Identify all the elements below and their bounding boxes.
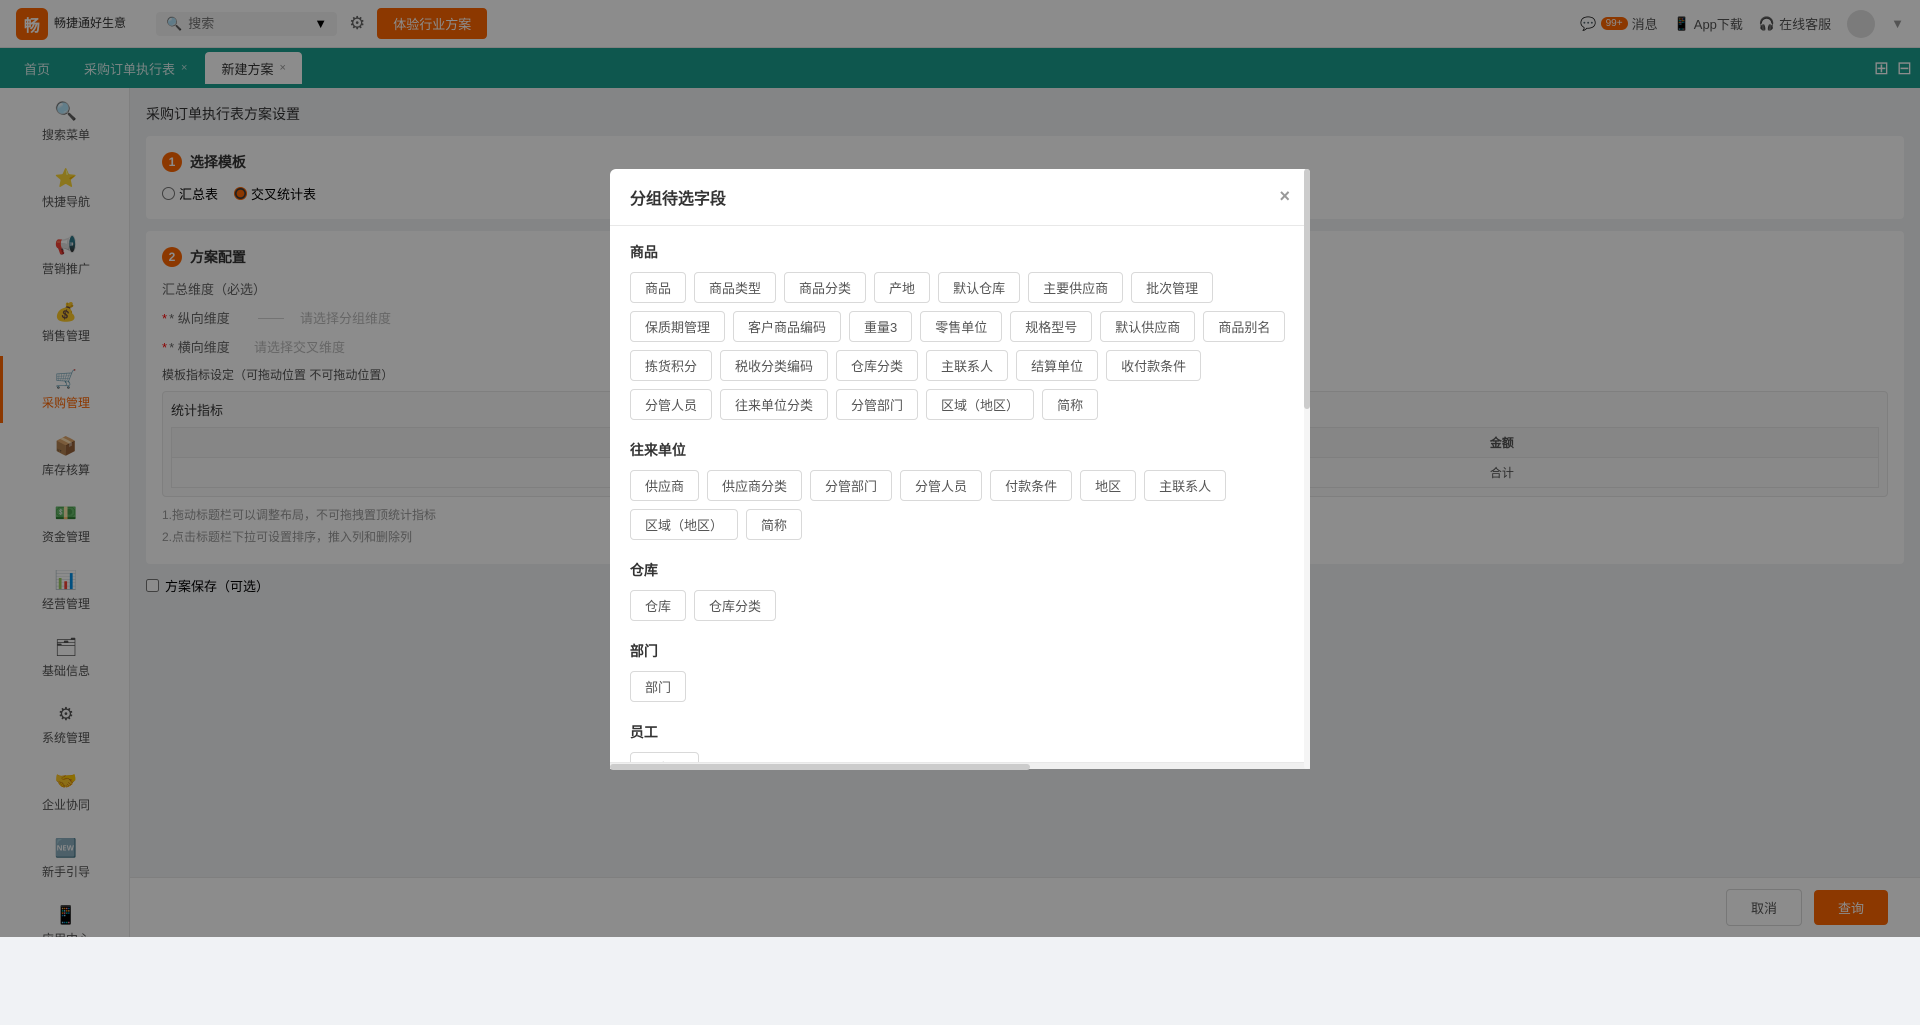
- section-department-title: 部门: [630, 641, 1290, 661]
- field-select-modal: 分组待选字段 × 商品 商品 商品类型 商品分类 产地 默认仓库 主要供应商 批…: [610, 169, 1310, 769]
- tag-partner-manager[interactable]: 分管人员: [900, 470, 982, 501]
- section-product-title: 商品: [630, 242, 1290, 262]
- modal-header: 分组待选字段 ×: [610, 169, 1310, 226]
- tag-shelf-life[interactable]: 保质期管理: [630, 311, 725, 342]
- warehouse-tags: 仓库 仓库分类: [630, 590, 1290, 621]
- tag-product-alias[interactable]: 商品别名: [1203, 311, 1285, 342]
- tag-area[interactable]: 地区: [1080, 470, 1136, 501]
- tag-warehouse[interactable]: 仓库: [630, 590, 686, 621]
- section-product: 商品 商品 商品类型 商品分类 产地 默认仓库 主要供应商 批次管理 保质期管理…: [630, 242, 1290, 420]
- partner-tags: 供应商 供应商分类 分管部门 分管人员 付款条件 地区 主联系人 区域（地区） …: [630, 470, 1290, 540]
- section-department: 部门 部门: [630, 641, 1290, 702]
- tag-product-category[interactable]: 商品分类: [784, 272, 866, 303]
- tag-product[interactable]: 商品: [630, 272, 686, 303]
- tag-partner-contact[interactable]: 主联系人: [1144, 470, 1226, 501]
- tag-region[interactable]: 区域（地区）: [926, 389, 1034, 420]
- tag-pick-points[interactable]: 拣货积分: [630, 350, 712, 381]
- tag-supplier[interactable]: 供应商: [630, 470, 699, 501]
- tag-partner-category[interactable]: 往来单位分类: [720, 389, 828, 420]
- tag-manager[interactable]: 分管人员: [630, 389, 712, 420]
- employee-tags: 业务员: [630, 752, 1290, 763]
- tag-main-contact[interactable]: 主联系人: [926, 350, 1008, 381]
- tag-origin[interactable]: 产地: [874, 272, 930, 303]
- modal-body: 商品 商品 商品类型 商品分类 产地 默认仓库 主要供应商 批次管理 保质期管理…: [610, 226, 1310, 763]
- tag-spec-model[interactable]: 规格型号: [1010, 311, 1092, 342]
- section-warehouse-title: 仓库: [630, 560, 1290, 580]
- product-tags: 商品 商品类型 商品分类 产地 默认仓库 主要供应商 批次管理 保质期管理 客户…: [630, 272, 1290, 420]
- tag-payment-condition[interactable]: 付款条件: [990, 470, 1072, 501]
- tag-main-supplier[interactable]: 主要供应商: [1028, 272, 1123, 303]
- section-employee-title: 员工: [630, 722, 1290, 742]
- tag-customer-code[interactable]: 客户商品编码: [733, 311, 841, 342]
- tag-default-warehouse[interactable]: 默认仓库: [938, 272, 1020, 303]
- tag-dept[interactable]: 分管部门: [836, 389, 918, 420]
- department-tags: 部门: [630, 671, 1290, 702]
- section-partner: 往来单位 供应商 供应商分类 分管部门 分管人员 付款条件 地区 主联系人 区域…: [630, 440, 1290, 540]
- section-partner-title: 往来单位: [630, 440, 1290, 460]
- tag-department[interactable]: 部门: [630, 671, 686, 702]
- tag-retail-unit[interactable]: 零售单位: [920, 311, 1002, 342]
- modal-horizontal-scrollbar[interactable]: [610, 762, 1310, 768]
- tag-tax-code[interactable]: 税收分类编码: [720, 350, 828, 381]
- tag-salesperson[interactable]: 业务员: [630, 752, 699, 763]
- modal-close-icon[interactable]: ×: [1279, 186, 1290, 207]
- tag-warehouse-cat[interactable]: 仓库分类: [694, 590, 776, 621]
- tag-payment-terms[interactable]: 收付款条件: [1106, 350, 1201, 381]
- tag-batch-mgmt[interactable]: 批次管理: [1131, 272, 1213, 303]
- section-warehouse: 仓库 仓库 仓库分类: [630, 560, 1290, 621]
- modal-vertical-scrollbar-thumb: [1304, 169, 1310, 409]
- tag-weight3[interactable]: 重量3: [849, 311, 912, 342]
- tag-partner-dept[interactable]: 分管部门: [810, 470, 892, 501]
- tag-abbr[interactable]: 简称: [1042, 389, 1098, 420]
- tag-partner-abbr[interactable]: 简称: [746, 509, 802, 540]
- tag-partner-region[interactable]: 区域（地区）: [630, 509, 738, 540]
- modal-hscroll-thumb: [610, 764, 1030, 770]
- tag-product-type[interactable]: 商品类型: [694, 272, 776, 303]
- tag-default-supplier[interactable]: 默认供应商: [1100, 311, 1195, 342]
- modal-overlay: 分组待选字段 × 商品 商品 商品类型 商品分类 产地 默认仓库 主要供应商 批…: [0, 0, 1920, 937]
- modal-title: 分组待选字段: [630, 185, 726, 209]
- tag-warehouse-category[interactable]: 仓库分类: [836, 350, 918, 381]
- tag-settle-unit[interactable]: 结算单位: [1016, 350, 1098, 381]
- tag-supplier-category[interactable]: 供应商分类: [707, 470, 802, 501]
- modal-vertical-scrollbar-track[interactable]: [1304, 169, 1310, 769]
- section-employee: 员工 业务员: [630, 722, 1290, 763]
